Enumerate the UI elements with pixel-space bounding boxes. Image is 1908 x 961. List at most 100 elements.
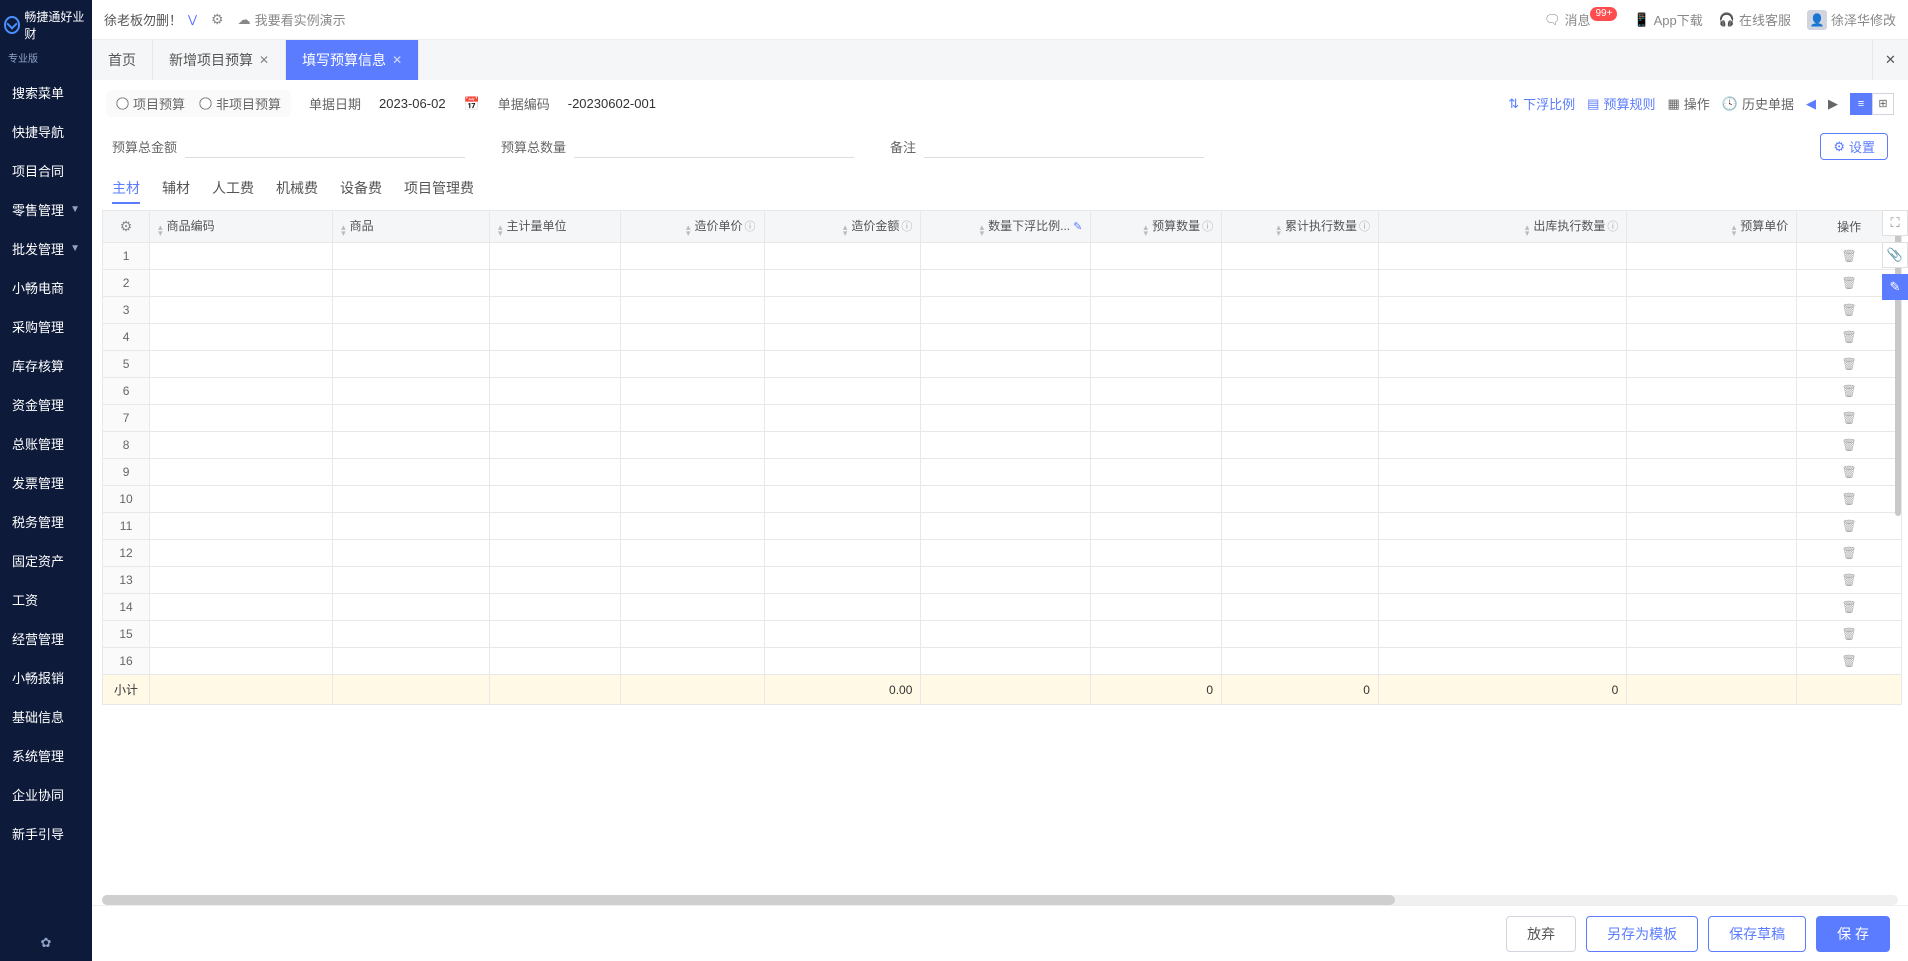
cell-product-name[interactable] [333, 378, 490, 405]
cell-delete[interactable]: 🗑 [1797, 486, 1902, 513]
operate-action[interactable]: ▦操作 [1667, 94, 1709, 113]
next-doc[interactable]: ▶ [1828, 96, 1838, 112]
demo-link[interactable]: ☁ 我要看实例演示 [238, 10, 346, 29]
cell-cost-price[interactable] [620, 243, 764, 270]
user-menu[interactable]: 👤 徐泽华修改 [1807, 10, 1896, 30]
cell-product-name[interactable] [333, 594, 490, 621]
sidebar-item-search[interactable]: 搜索菜单 [0, 73, 92, 112]
cell-discount-ratio[interactable] [921, 270, 1091, 297]
cell-discount-ratio[interactable] [921, 567, 1091, 594]
cell-cost-price[interactable] [620, 459, 764, 486]
cell-unit[interactable] [489, 621, 620, 648]
cell-product-name[interactable] [333, 324, 490, 351]
cell-product-name[interactable] [333, 648, 490, 675]
cell-budget-price[interactable] [1627, 459, 1797, 486]
cell-unit[interactable] [489, 513, 620, 540]
cell-out-qty[interactable] [1378, 513, 1626, 540]
cell-cost-price[interactable] [620, 621, 764, 648]
sidebar-item-biz[interactable]: 经营管理 [0, 619, 92, 658]
close-icon[interactable]: ✕ [259, 53, 269, 67]
subtab-machinery[interactable]: 机械费 [276, 174, 318, 204]
cell-cost-price[interactable] [620, 648, 764, 675]
radio-non-project-budget[interactable]: 非项目预算 [199, 94, 281, 113]
cell-delete[interactable]: 🗑 [1797, 513, 1902, 540]
tab-new-budget[interactable]: 新增项目预算 ✕ [153, 40, 286, 80]
cell-product-code[interactable] [150, 378, 333, 405]
subtab-main-material[interactable]: 主材 [112, 174, 140, 204]
table-row[interactable]: 14🗑 [103, 594, 1902, 621]
cell-delete[interactable]: 🗑 [1797, 432, 1902, 459]
cell-cost-price[interactable] [620, 324, 764, 351]
cell-budget-qty[interactable] [1091, 648, 1222, 675]
col-settings[interactable]: ⚙ [103, 211, 150, 243]
cell-budget-qty[interactable] [1091, 486, 1222, 513]
col-product-name[interactable]: ▴▾商品 [333, 211, 490, 243]
support-link[interactable]: 🎧 在线客服 [1719, 10, 1791, 29]
cell-cost-price[interactable] [620, 432, 764, 459]
cell-product-code[interactable] [150, 648, 333, 675]
view-card[interactable]: ⊞ [1872, 93, 1894, 115]
cell-cost-price[interactable] [620, 378, 764, 405]
cell-delete[interactable]: 🗑 [1797, 405, 1902, 432]
cell-unit[interactable] [489, 243, 620, 270]
cell-budget-price[interactable] [1627, 621, 1797, 648]
cell-product-name[interactable] [333, 540, 490, 567]
cell-discount-ratio[interactable] [921, 594, 1091, 621]
cell-cost-amount[interactable] [764, 513, 921, 540]
discard-button[interactable]: 放弃 [1506, 916, 1576, 952]
cell-out-qty[interactable] [1378, 432, 1626, 459]
cell-unit[interactable] [489, 351, 620, 378]
cell-product-code[interactable] [150, 621, 333, 648]
cell-cost-price[interactable] [620, 270, 764, 297]
cell-budget-price[interactable] [1627, 486, 1797, 513]
cell-discount-ratio[interactable] [921, 648, 1091, 675]
table-row[interactable]: 10🗑 [103, 486, 1902, 513]
cell-discount-ratio[interactable] [921, 540, 1091, 567]
cell-unit[interactable] [489, 459, 620, 486]
col-product-code[interactable]: ▴▾商品编码 [150, 211, 333, 243]
float-attach[interactable]: 📎 [1882, 242, 1908, 268]
sidebar-item-ledger[interactable]: 总账管理 [0, 424, 92, 463]
cell-exec-qty[interactable] [1222, 324, 1379, 351]
cell-discount-ratio[interactable] [921, 297, 1091, 324]
cell-product-name[interactable] [333, 459, 490, 486]
cell-out-qty[interactable] [1378, 486, 1626, 513]
cell-product-name[interactable] [333, 351, 490, 378]
cell-unit[interactable] [489, 540, 620, 567]
cell-delete[interactable]: 🗑 [1797, 459, 1902, 486]
cell-unit[interactable] [489, 378, 620, 405]
cell-cost-amount[interactable] [764, 486, 921, 513]
cell-delete[interactable]: 🗑 [1797, 378, 1902, 405]
cell-unit[interactable] [489, 324, 620, 351]
cell-product-code[interactable] [150, 486, 333, 513]
cell-cost-price[interactable] [620, 540, 764, 567]
history-action[interactable]: 🕓历史单据 [1722, 94, 1794, 113]
cell-budget-price[interactable] [1627, 540, 1797, 567]
cell-budget-qty[interactable] [1091, 405, 1222, 432]
cell-budget-qty[interactable] [1091, 432, 1222, 459]
cell-out-qty[interactable] [1378, 297, 1626, 324]
cell-exec-qty[interactable] [1222, 270, 1379, 297]
cell-delete[interactable]: 🗑 [1797, 594, 1902, 621]
cell-delete[interactable]: 🗑 [1797, 567, 1902, 594]
total-amount-input[interactable] [185, 136, 465, 158]
table-row[interactable]: 2🗑 [103, 270, 1902, 297]
sidebar-item-ecom[interactable]: 小畅电商 [0, 268, 92, 307]
sidebar-item-base[interactable]: 基础信息 [0, 697, 92, 736]
cell-product-code[interactable] [150, 594, 333, 621]
cell-out-qty[interactable] [1378, 351, 1626, 378]
vertical-scrollbar[interactable] [1894, 210, 1902, 891]
horizontal-scrollbar[interactable] [102, 895, 1898, 905]
cell-product-code[interactable] [150, 270, 333, 297]
cell-out-qty[interactable] [1378, 405, 1626, 432]
cell-budget-qty[interactable] [1091, 270, 1222, 297]
cell-unit[interactable] [489, 297, 620, 324]
cell-product-code[interactable] [150, 540, 333, 567]
cell-cost-amount[interactable] [764, 621, 921, 648]
cell-exec-qty[interactable] [1222, 621, 1379, 648]
tab-home[interactable]: 首页 [92, 40, 153, 80]
col-unit[interactable]: ▴▾主计量单位 [489, 211, 620, 243]
sidebar-item-retail[interactable]: 零售管理▼ [0, 190, 92, 229]
sidebar-item-wholesale[interactable]: 批发管理▼ [0, 229, 92, 268]
view-list[interactable]: ≡ [1850, 93, 1872, 115]
